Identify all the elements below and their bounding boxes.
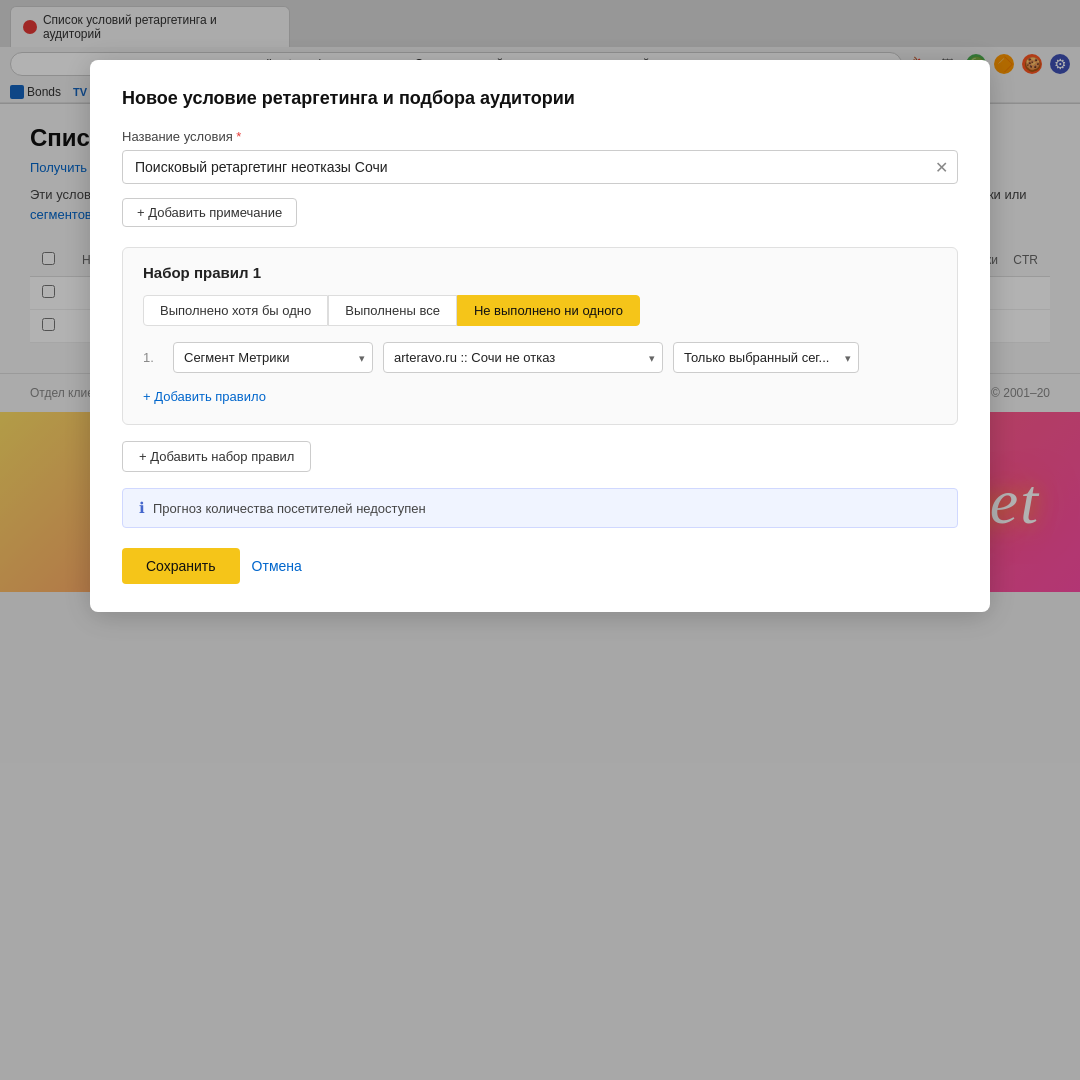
add-ruleset-button[interactable]: + Добавить набор правил: [122, 441, 311, 472]
action-buttons: Сохранить Отмена: [122, 548, 958, 584]
segment-type2-select[interactable]: Только выбранный сег...: [673, 342, 859, 373]
info-icon: ℹ: [139, 499, 145, 517]
add-rule-button[interactable]: + Добавить правило: [143, 385, 266, 408]
segment-type-select[interactable]: Сегмент Метрики: [173, 342, 373, 373]
rules-tabs: Выполнено хотя бы одно Выполнены все Не …: [143, 295, 937, 326]
ruleset-title: Набор правил 1: [143, 264, 937, 281]
condition-name-wrap: ✕: [122, 150, 958, 184]
tab-none[interactable]: Не выполнено ни одного: [457, 295, 640, 326]
required-star: *: [236, 129, 241, 144]
forecast-text: Прогноз количества посетителей недоступе…: [153, 501, 426, 516]
save-button[interactable]: Сохранить: [122, 548, 240, 584]
segment-select-wrap: Сегмент Метрики: [173, 342, 373, 373]
rule-number: 1.: [143, 350, 163, 365]
modal-title: Новое условие ретаргетинга и подбора ауд…: [122, 88, 958, 109]
tab-any[interactable]: Выполнено хотя бы одно: [143, 295, 328, 326]
tab-all[interactable]: Выполнены все: [328, 295, 457, 326]
clear-input-button[interactable]: ✕: [935, 158, 948, 177]
rules-set-1: Набор правил 1 Выполнено хотя бы одно Вы…: [122, 247, 958, 425]
rule-row-1: 1. Сегмент Метрики arteravo.ru :: Сочи н…: [143, 342, 937, 373]
segment-value-select[interactable]: arteravo.ru :: Сочи не отказ: [383, 342, 663, 373]
modal-dialog: Новое условие ретаргетинга и подбора ауд…: [90, 60, 990, 612]
condition-name-label: Название условия *: [122, 129, 958, 144]
condition-name-input[interactable]: [122, 150, 958, 184]
cancel-button[interactable]: Отмена: [252, 558, 302, 574]
forecast-box: ℹ Прогноз количества посетителей недосту…: [122, 488, 958, 528]
add-note-button[interactable]: + Добавить примечание: [122, 198, 297, 227]
modal-backdrop: Новое условие ретаргетинга и подбора ауд…: [0, 0, 1080, 1080]
segment-value-select-wrap: arteravo.ru :: Сочи не отказ: [383, 342, 663, 373]
segment-type2-select-wrap: Только выбранный сег...: [673, 342, 859, 373]
